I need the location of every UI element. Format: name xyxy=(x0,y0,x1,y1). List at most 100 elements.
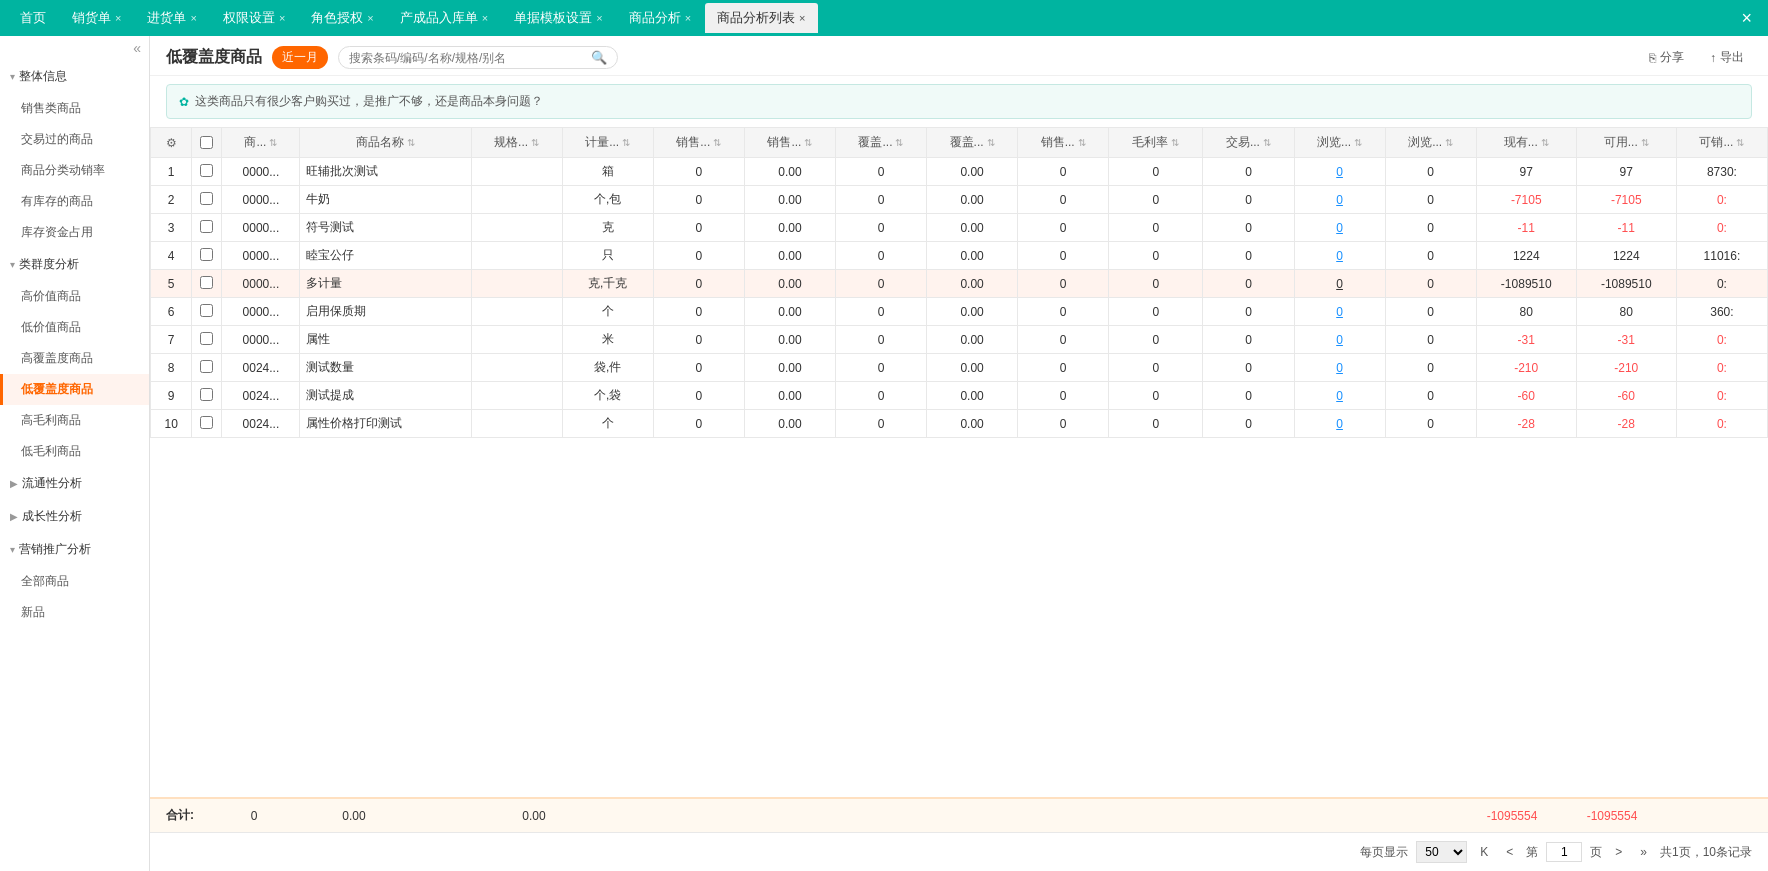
row-checkbox[interactable] xyxy=(200,164,213,177)
cell-browse1[interactable]: 0 xyxy=(1294,270,1385,298)
row-checkbox[interactable] xyxy=(200,332,213,345)
col-unit[interactable]: 计量...⇅ xyxy=(562,128,653,158)
sidebar-section-growth[interactable]: ▶ 成长性分析 xyxy=(0,500,149,533)
col-name[interactable]: 商品名称⇅ xyxy=(300,128,471,158)
nav-item-analysis-list[interactable]: 商品分析列表 × xyxy=(705,3,817,33)
sidebar-item-low-margin[interactable]: 低毛利商品 xyxy=(0,436,149,467)
close-icon[interactable]: × xyxy=(279,12,285,24)
cell-name[interactable]: 符号测试 xyxy=(300,214,471,242)
cell-checkbox[interactable] xyxy=(192,270,222,298)
col-gross-margin[interactable]: 毛利率⇅ xyxy=(1109,128,1203,158)
sidebar-collapse-button[interactable]: « xyxy=(0,36,149,60)
cell-checkbox[interactable] xyxy=(192,158,222,186)
nav-item-sales[interactable]: 销货单 × xyxy=(60,3,133,33)
col-sale-qty[interactable]: 销售...⇅ xyxy=(653,128,744,158)
period-button[interactable]: 近一月 xyxy=(272,46,328,69)
sidebar-item-high-coverage[interactable]: 高覆盖度商品 xyxy=(0,343,149,374)
cell-name[interactable]: 属性 xyxy=(300,326,471,354)
row-checkbox[interactable] xyxy=(200,304,213,317)
cell-browse1[interactable]: 0 xyxy=(1294,354,1385,382)
sidebar-item-all-goods[interactable]: 全部商品 xyxy=(0,566,149,597)
sidebar-item-low-value[interactable]: 低价值商品 xyxy=(0,312,149,343)
cell-browse1[interactable]: 0 xyxy=(1294,382,1385,410)
cell-browse1[interactable]: 0 xyxy=(1294,326,1385,354)
page-input[interactable] xyxy=(1546,842,1582,862)
row-checkbox[interactable] xyxy=(200,360,213,373)
nav-item-roles[interactable]: 角色授权 × xyxy=(299,3,385,33)
cell-checkbox[interactable] xyxy=(192,214,222,242)
cell-name[interactable]: 旺辅批次测试 xyxy=(300,158,471,186)
cell-name[interactable]: 牛奶 xyxy=(300,186,471,214)
nav-item-permissions[interactable]: 权限设置 × xyxy=(211,3,297,33)
col-sellable[interactable]: 可销...⇅ xyxy=(1676,128,1767,158)
sidebar-item-traded-goods[interactable]: 交易过的商品 xyxy=(0,124,149,155)
col-code[interactable]: 商...⇅ xyxy=(222,128,300,158)
cell-browse1[interactable]: 0 xyxy=(1294,410,1385,438)
close-icon[interactable]: × xyxy=(799,12,805,24)
col-settings[interactable]: ⚙ xyxy=(151,128,192,158)
cell-checkbox[interactable] xyxy=(192,186,222,214)
col-cover1[interactable]: 覆盖...⇅ xyxy=(835,128,926,158)
cell-browse1[interactable]: 0 xyxy=(1294,298,1385,326)
close-icon[interactable]: × xyxy=(685,12,691,24)
nav-item-home[interactable]: 首页 xyxy=(8,3,58,33)
cell-name[interactable]: 测试提成 xyxy=(300,382,471,410)
col-sale3[interactable]: 销售...⇅ xyxy=(1018,128,1109,158)
row-checkbox[interactable] xyxy=(200,276,213,289)
cell-name[interactable]: 属性价格打印测试 xyxy=(300,410,471,438)
close-icon[interactable]: × xyxy=(367,12,373,24)
row-checkbox[interactable] xyxy=(200,192,213,205)
sidebar-item-new-goods[interactable]: 新品 xyxy=(0,597,149,628)
sidebar-item-category-rate[interactable]: 商品分类动销率 xyxy=(0,155,149,186)
sidebar-item-high-margin[interactable]: 高毛利商品 xyxy=(0,405,149,436)
cell-browse1[interactable]: 0 xyxy=(1294,158,1385,186)
row-checkbox[interactable] xyxy=(200,220,213,233)
cell-name[interactable]: 睦宝公仔 xyxy=(300,242,471,270)
cell-name[interactable]: 多计量 xyxy=(300,270,471,298)
close-icon[interactable]: × xyxy=(190,12,196,24)
row-checkbox[interactable] xyxy=(200,248,213,261)
window-close-button[interactable]: × xyxy=(1733,8,1760,29)
sidebar-section-overall[interactable]: ▾ 整体信息 xyxy=(0,60,149,93)
sidebar-section-cluster[interactable]: ▾ 类群度分析 xyxy=(0,248,149,281)
first-page-button[interactable]: K xyxy=(1475,843,1493,861)
close-icon[interactable]: × xyxy=(115,12,121,24)
sidebar-item-in-stock[interactable]: 有库存的商品 xyxy=(0,186,149,217)
cell-checkbox[interactable] xyxy=(192,242,222,270)
sidebar-section-marketing[interactable]: ▾ 营销推广分析 xyxy=(0,533,149,566)
last-page-button[interactable]: » xyxy=(1635,843,1652,861)
close-icon[interactable]: × xyxy=(482,12,488,24)
sidebar-item-stock-capital[interactable]: 库存资金占用 xyxy=(0,217,149,248)
cell-name[interactable]: 测试数量 xyxy=(300,354,471,382)
export-button[interactable]: ↑ 导出 xyxy=(1702,46,1752,69)
sidebar-item-high-value[interactable]: 高价值商品 xyxy=(0,281,149,312)
nav-item-template[interactable]: 单据模板设置 × xyxy=(502,3,614,33)
cell-checkbox[interactable] xyxy=(192,410,222,438)
cell-browse1[interactable]: 0 xyxy=(1294,242,1385,270)
col-trade[interactable]: 交易...⇅ xyxy=(1203,128,1294,158)
nav-item-production[interactable]: 产成品入库单 × xyxy=(388,3,500,33)
cell-checkbox[interactable] xyxy=(192,382,222,410)
col-browse1[interactable]: 浏览...⇅ xyxy=(1294,128,1385,158)
cell-checkbox[interactable] xyxy=(192,354,222,382)
select-all-checkbox[interactable] xyxy=(200,136,213,149)
row-checkbox[interactable] xyxy=(200,416,213,429)
next-page-button[interactable]: > xyxy=(1610,843,1627,861)
col-available-stock[interactable]: 可用...⇅ xyxy=(1576,128,1676,158)
close-icon[interactable]: × xyxy=(596,12,602,24)
cell-name[interactable]: 启用保质期 xyxy=(300,298,471,326)
sidebar-section-liquidity[interactable]: ▶ 流通性分析 xyxy=(0,467,149,500)
col-spec[interactable]: 规格...⇅ xyxy=(471,128,562,158)
col-current-stock[interactable]: 现有...⇅ xyxy=(1476,128,1576,158)
col-browse2[interactable]: 浏览...⇅ xyxy=(1385,128,1476,158)
sidebar-item-low-coverage[interactable]: 低覆盖度商品 xyxy=(0,374,149,405)
share-button[interactable]: ⎘ 分享 xyxy=(1641,46,1692,69)
cell-checkbox[interactable] xyxy=(192,326,222,354)
prev-page-button[interactable]: < xyxy=(1501,843,1518,861)
cell-browse1[interactable]: 0 xyxy=(1294,214,1385,242)
search-input[interactable] xyxy=(349,51,586,65)
cell-checkbox[interactable] xyxy=(192,298,222,326)
col-sale-amount[interactable]: 销售...⇅ xyxy=(744,128,835,158)
settings-icon[interactable]: ⚙ xyxy=(166,136,177,150)
row-checkbox[interactable] xyxy=(200,388,213,401)
